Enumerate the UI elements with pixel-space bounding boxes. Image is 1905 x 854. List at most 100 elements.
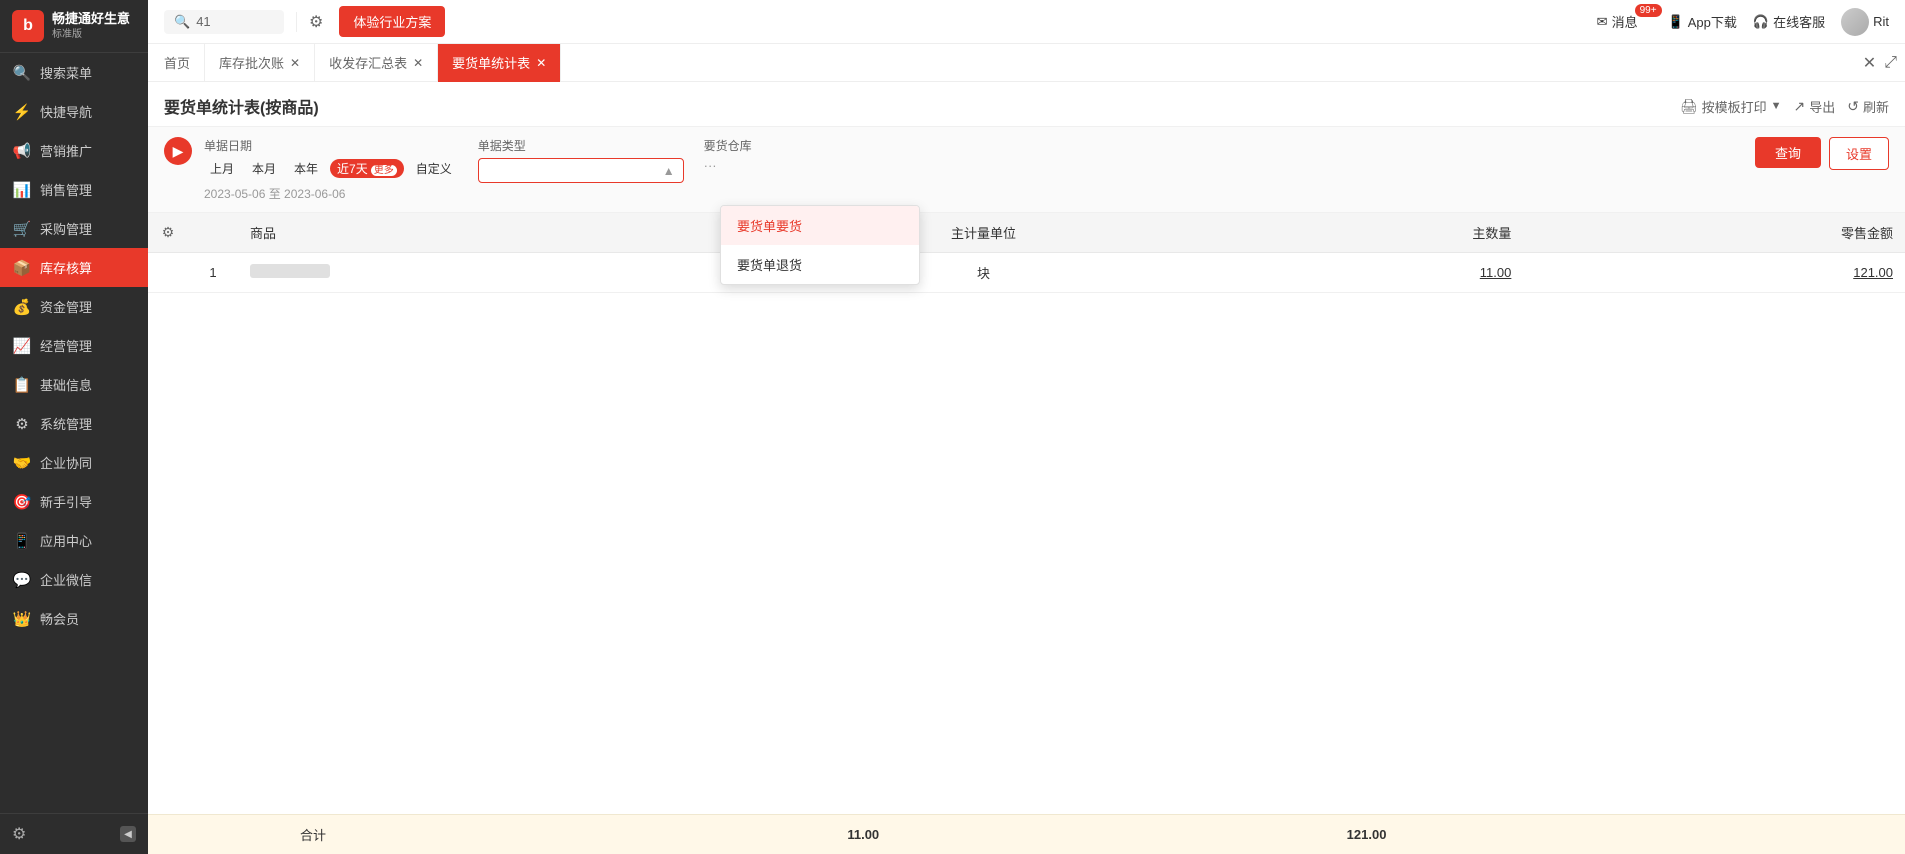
messages-button[interactable]: ✉ 消息 99+: [1597, 12, 1652, 31]
sidebar-item-system[interactable]: ⚙ 系统管理: [0, 404, 148, 443]
sidebar-item-guide[interactable]: 🎯 新手引导: [0, 482, 148, 521]
list-icon: 📋: [12, 376, 32, 394]
gear-icon: ⚙: [12, 415, 32, 433]
box-icon: 📦: [12, 259, 32, 277]
topbar-settings-icon[interactable]: ⚙: [309, 12, 323, 32]
refresh-icon: ↺: [1847, 98, 1859, 115]
headset-icon: 🎧: [1753, 14, 1769, 30]
page-body: 要货单统计表(按商品) 🖨 按模板打印 ▼ ↗ 导出 ↺ 刷新 ▶: [148, 82, 1905, 854]
sidebar-item-inventory[interactable]: 📦 库存核算: [0, 248, 148, 287]
date-range-display: 2023-05-06 至 2023-06-06: [204, 185, 458, 202]
type-filter-group: 单据类型 ▲: [478, 137, 684, 183]
warehouse-more-icon[interactable]: ···: [704, 158, 717, 173]
summary-table: 合计 11.00 121.00: [148, 815, 1905, 854]
date-this-month[interactable]: 本月: [246, 158, 282, 179]
money-icon: 💰: [12, 298, 32, 316]
topbar-search[interactable]: 🔍 41: [164, 10, 284, 34]
mobile-icon: 📱: [12, 532, 32, 550]
tab-close-demand-summary[interactable]: ✕: [536, 57, 546, 69]
summary-row: 合计 11.00 121.00: [148, 814, 1905, 854]
sidebar-item-purchase[interactable]: 🛒 采购管理: [0, 209, 148, 248]
app-logo-icon: b: [12, 10, 44, 42]
page-title: 要货单统计表(按商品): [164, 94, 319, 118]
sidebar-item-sales[interactable]: 📊 销售管理: [0, 170, 148, 209]
sidebar-item-shortcut[interactable]: ⚡ 快捷导航: [0, 92, 148, 131]
export-button[interactable]: ↗ 导出: [1794, 97, 1836, 116]
type-dropdown-arrow[interactable]: ▲: [663, 164, 675, 178]
page-actions: 🖨 按模板打印 ▼ ↗ 导出 ↺ 刷新: [1680, 97, 1889, 116]
chat-icon: 💬: [12, 571, 32, 589]
print-dropdown-icon[interactable]: ▼: [1771, 100, 1782, 112]
sidebar-item-basic[interactable]: 📋 基础信息: [0, 365, 148, 404]
topbar: 🔍 41 ⚙ 体验行业方案 ✉ 消息 99+ 📱 App下载 🎧 在线客服: [148, 0, 1905, 44]
tab-collect-summary[interactable]: 收发存汇总表 ✕: [315, 44, 438, 82]
tab-demand-summary[interactable]: 要货单统计表 ✕: [438, 44, 561, 82]
sidebar-logo: b 畅捷通好生意 标准版: [0, 0, 148, 53]
filter-expand-button[interactable]: ▶: [164, 137, 192, 165]
tab-close-collect-summary[interactable]: ✕: [413, 57, 423, 69]
app-download-button[interactable]: 📱 App下载: [1668, 12, 1737, 31]
dropdown-item-demand-order[interactable]: 要货单要货: [721, 206, 919, 245]
tab-home[interactable]: 首页: [156, 44, 205, 82]
row-amount: 121.00: [1523, 253, 1905, 293]
sidebar-item-apps[interactable]: 📱 应用中心: [0, 521, 148, 560]
col-quantity: 主数量: [1207, 213, 1523, 253]
download-icon: 📱: [1668, 14, 1684, 30]
type-filter-label: 单据类型: [478, 137, 684, 154]
summary-quantity: 11.00: [835, 815, 1334, 854]
data-table: ⚙ 商品 主计量单位 主数量 零售金额 1: [148, 213, 1905, 293]
print-button[interactable]: 🖨 按模板打印 ▼: [1680, 97, 1782, 116]
table-row: 1 块 11.00 121.00: [148, 253, 1905, 293]
summary-amount: 121.00: [1335, 815, 1905, 854]
sidebar-footer: ⚙ ◀: [0, 813, 148, 854]
tab-fullscreen-icon[interactable]: ⤢: [1884, 54, 1897, 72]
table-container: ⚙ 商品 主计量单位 主数量 零售金额 1: [148, 213, 1905, 814]
sidebar-item-operations[interactable]: 📈 经营管理: [0, 326, 148, 365]
type-filter-input[interactable]: ▲: [478, 158, 684, 183]
date-7days[interactable]: 近7天更多: [330, 159, 404, 178]
dropdown-item-demand-return[interactable]: 要货单退货: [721, 245, 919, 284]
col-settings: ⚙: [148, 213, 188, 253]
sidebar-collapse-button[interactable]: ◀: [120, 826, 136, 842]
main-content: 🔍 41 ⚙ 体验行业方案 ✉ 消息 99+ 📱 App下载 🎧 在线客服: [148, 0, 1905, 854]
sidebar-item-marketing[interactable]: 📢 营销推广: [0, 131, 148, 170]
footer-settings-icon[interactable]: ⚙: [12, 824, 26, 844]
flash-icon: ⚡: [12, 103, 32, 121]
refresh-button[interactable]: ↺ 刷新: [1847, 97, 1889, 116]
tab-inventory-batch[interactable]: 库存批次账 ✕: [205, 44, 315, 82]
tab-close-all-icon[interactable]: ✕: [1863, 53, 1876, 73]
summary-label: 合计: [288, 815, 735, 854]
warehouse-filter-group: 要货仓库 ···: [704, 137, 752, 173]
message-icon: ✉: [1597, 14, 1608, 30]
sidebar-item-wechat[interactable]: 💬 企业微信: [0, 560, 148, 599]
date-filter-label: 单据日期: [204, 137, 458, 154]
crown-icon: 👑: [12, 610, 32, 628]
query-button[interactable]: 查询: [1755, 137, 1821, 168]
messages-badge: 99+: [1635, 4, 1662, 17]
trial-button[interactable]: 体验行业方案: [339, 6, 445, 37]
tab-close-inventory-batch[interactable]: ✕: [290, 57, 300, 69]
user-profile[interactable]: Rit: [1841, 8, 1889, 36]
sidebar: b 畅捷通好生意 标准版 🔍 搜索菜单 ⚡ 快捷导航 📢 营销推广 📊 销售管理…: [0, 0, 148, 854]
page-header: 要货单统计表(按商品) 🖨 按模板打印 ▼ ↗ 导出 ↺ 刷新: [148, 82, 1905, 127]
date-this-year[interactable]: 本年: [288, 158, 324, 179]
sidebar-item-finance[interactable]: 💰 资金管理: [0, 287, 148, 326]
export-icon: ↗: [1794, 98, 1806, 115]
sidebar-item-member[interactable]: 👑 畅会员: [0, 599, 148, 638]
row-checkbox[interactable]: [148, 253, 188, 293]
topbar-num: 41: [196, 14, 210, 29]
table-settings-icon[interactable]: ⚙: [162, 224, 175, 240]
sidebar-item-enterprise[interactable]: 🤝 企业协同: [0, 443, 148, 482]
topbar-right: ✉ 消息 99+ 📱 App下载 🎧 在线客服 Rit: [1597, 8, 1889, 36]
filter-settings-button[interactable]: 设置: [1829, 137, 1889, 170]
col-product: 商品: [238, 213, 760, 253]
col-amount: 零售金额: [1523, 213, 1905, 253]
sidebar-item-search[interactable]: 🔍 搜索菜单: [0, 53, 148, 92]
date-last-month[interactable]: 上月: [204, 158, 240, 179]
date-custom[interactable]: 自定义: [410, 158, 458, 179]
print-icon: 🖨: [1680, 98, 1698, 115]
cart-icon: 🛒: [12, 220, 32, 238]
filter-groups: 单据日期 上月 本月 本年 近7天更多 自定义 2023-05-06 至 202…: [204, 137, 1755, 202]
type-filter-text[interactable]: [487, 163, 663, 178]
online-service-button[interactable]: 🎧 在线客服: [1753, 12, 1825, 31]
